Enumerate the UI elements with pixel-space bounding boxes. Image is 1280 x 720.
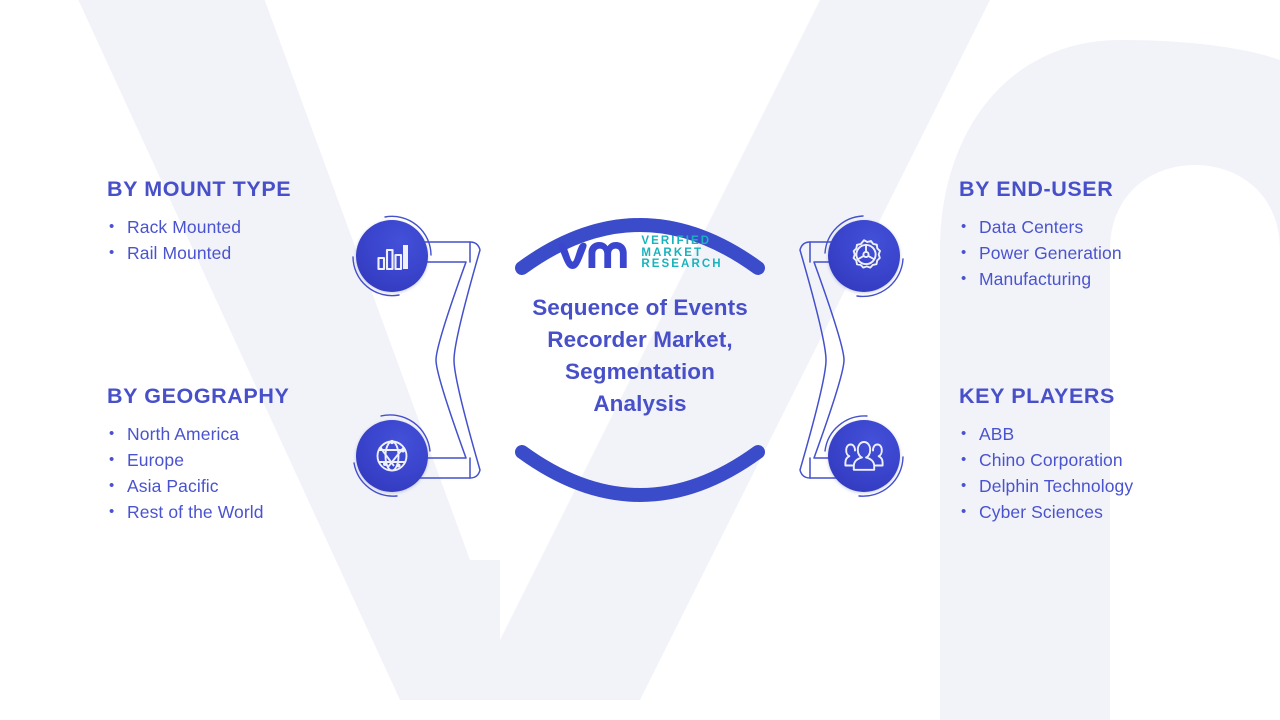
node-disc — [356, 220, 428, 292]
list-item: Manufacturing — [959, 266, 1122, 292]
list-item: Chino Corporation — [959, 447, 1133, 473]
list-item: Delphin Technology — [959, 473, 1133, 499]
section-list: Rack Mounted Rail Mounted — [107, 214, 291, 266]
node-disc — [828, 420, 900, 492]
page-title: Sequence of Events Recorder Market, Segm… — [532, 295, 748, 417]
center-hub: VERIFIED MARKET RESEARCH Sequence of Eve… — [490, 190, 790, 530]
node-end-user — [824, 215, 904, 298]
brand-logo: VERIFIED MARKET RESEARCH — [557, 235, 723, 271]
node-disc — [356, 420, 428, 492]
brand-word-verified: VERIFIED — [641, 235, 712, 247]
section-end-user: BY END-USER Data Centers Power Generatio… — [959, 177, 1122, 292]
users-group-icon — [844, 441, 884, 471]
section-geography: BY GEOGRAPHY North America Europe Asia P… — [107, 384, 290, 525]
list-item: North America — [107, 421, 289, 447]
node-disc — [828, 220, 900, 292]
list-item: Europe — [107, 447, 289, 473]
infographic-canvas: VERIFIED MARKET RESEARCH Sequence of Eve… — [0, 0, 1280, 720]
list-item: Rest of the World — [107, 499, 289, 525]
hub-content: VERIFIED MARKET RESEARCH Sequence of Eve… — [512, 228, 768, 492]
node-mount-type — [352, 215, 432, 297]
section-mount-type: BY MOUNT TYPE Rack Mounted Rail Mounted — [107, 177, 292, 266]
globe-network-icon — [376, 439, 408, 472]
section-list: Data Centers Power Generation Manufactur… — [959, 214, 1122, 292]
brand-wordmark: VERIFIED MARKET RESEARCH — [641, 235, 723, 271]
node-geography — [353, 414, 431, 497]
section-heading: KEY PLAYERS — [959, 384, 1115, 408]
section-list: North America Europe Asia Pacific Rest o… — [107, 421, 289, 525]
node-key-players — [824, 415, 904, 497]
section-heading: BY MOUNT TYPE — [107, 177, 292, 201]
list-item: Power Generation — [959, 240, 1122, 266]
list-item: Cyber Sciences — [959, 499, 1133, 525]
gear-icon — [852, 239, 881, 269]
section-heading: BY GEOGRAPHY — [107, 384, 290, 408]
list-item: Rack Mounted — [107, 214, 291, 240]
list-item: Asia Pacific — [107, 473, 289, 499]
section-list: ABB Chino Corporation Delphin Technology… — [959, 421, 1133, 525]
list-item: Rail Mounted — [107, 240, 291, 266]
list-item: ABB — [959, 421, 1133, 447]
list-item: Data Centers — [959, 214, 1122, 240]
vm-logo-mark-icon — [558, 241, 628, 269]
section-key-players: KEY PLAYERS ABB Chino Corporation Delphi… — [959, 384, 1133, 525]
section-heading: BY END-USER — [959, 177, 1114, 201]
brand-word-research: RESEARCH — [641, 258, 723, 271]
bar-chart-icon — [377, 245, 408, 271]
